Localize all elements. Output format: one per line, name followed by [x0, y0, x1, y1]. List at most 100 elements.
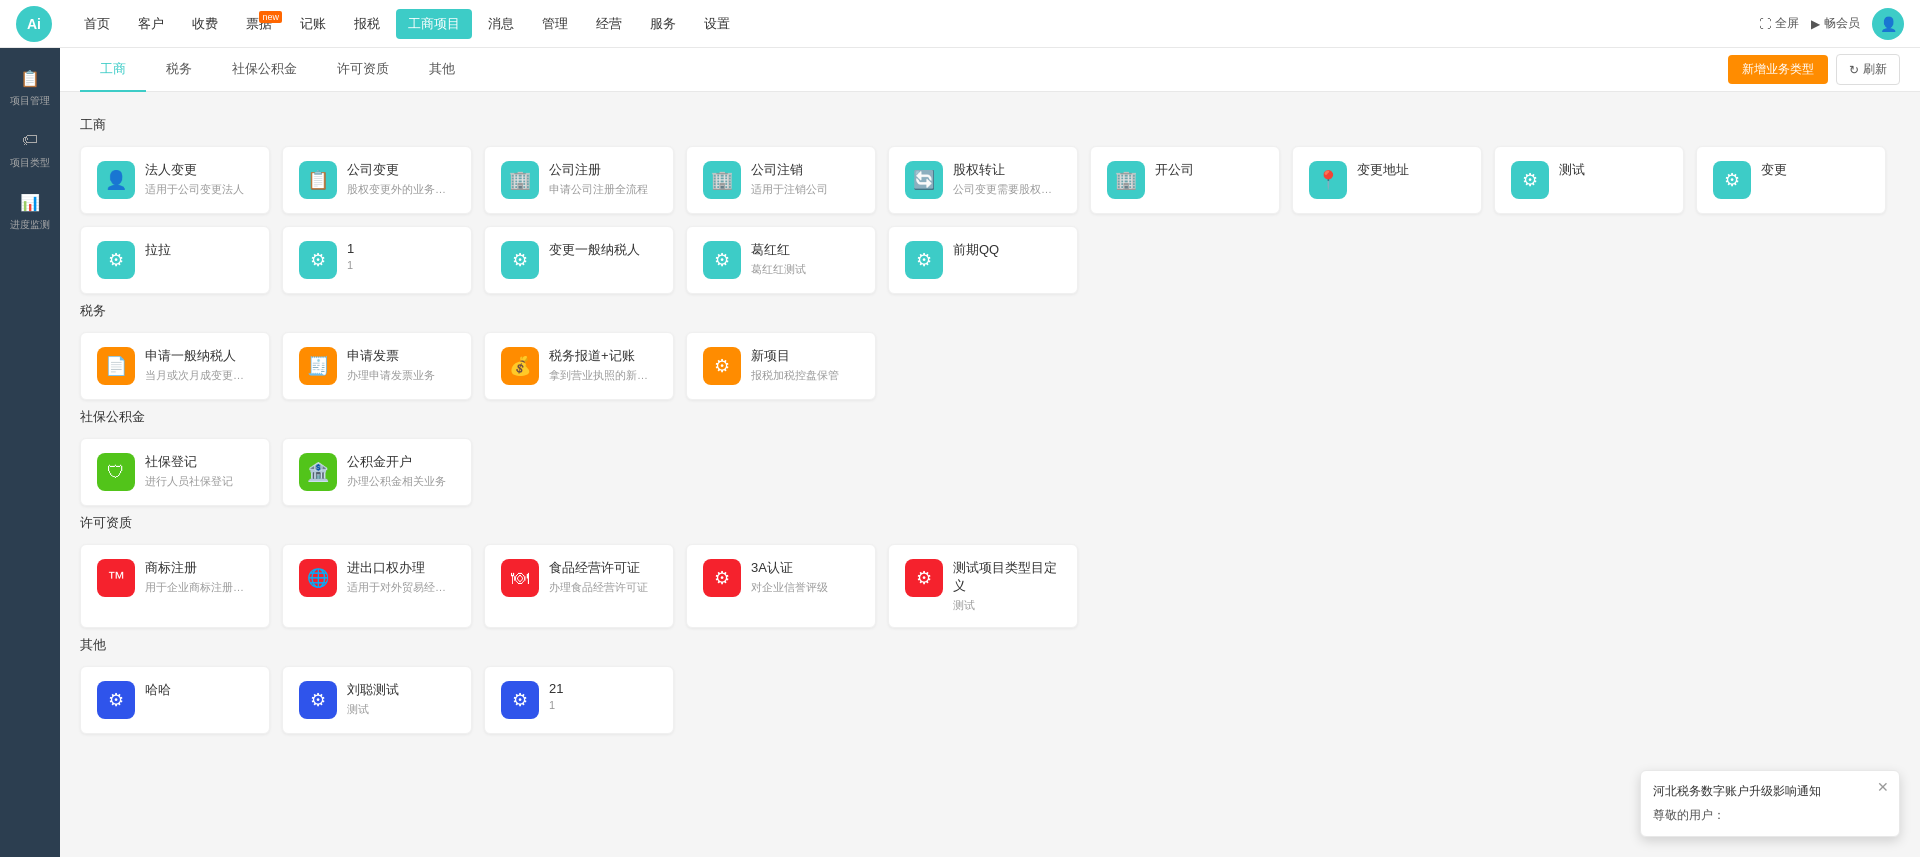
tab-社保公积金[interactable]: 社保公积金 — [212, 48, 317, 92]
card-desc: 办理申请发票业务 — [347, 368, 455, 383]
sidebar-item-项目管理[interactable]: 📋项目管理 — [0, 56, 60, 118]
nav-item-报税[interactable]: 报税 — [342, 9, 392, 39]
sidebar-item-项目类型[interactable]: 🏷项目类型 — [0, 118, 60, 180]
card-3A认证[interactable]: ⚙ 3A认证 对企业信誉评级 — [686, 544, 876, 628]
nav-item-设置[interactable]: 设置 — [692, 9, 742, 39]
sidebar-label: 进度监测 — [10, 218, 50, 232]
member-button[interactable]: ▶ 畅会员 — [1811, 15, 1860, 32]
card-拉拉[interactable]: ⚙ 拉拉 — [80, 226, 270, 294]
tab-其他[interactable]: 其他 — [409, 48, 475, 92]
card-申请发票[interactable]: 🧾 申请发票 办理申请发票业务 — [282, 332, 472, 400]
card-葛红红[interactable]: ⚙ 葛红红 葛红红测试 — [686, 226, 876, 294]
tab-税务[interactable]: 税务 — [146, 48, 212, 92]
card-哈哈[interactable]: ⚙ 哈哈 — [80, 666, 270, 734]
card-社保登记[interactable]: 🛡 社保登记 进行人员社保登记 — [80, 438, 270, 506]
card-name: 社保登记 — [145, 453, 253, 471]
card-desc: 拿到营业执照的新公司 — [549, 368, 657, 383]
card-商标注册[interactable]: ™ 商标注册 用于企业商标注册服务 — [80, 544, 270, 628]
card-info: 1 1 — [347, 241, 455, 271]
member-label: 畅会员 — [1824, 15, 1860, 32]
nav-item-票据[interactable]: 票据new — [234, 9, 284, 39]
card-icon: 🏢 — [703, 161, 741, 199]
card-info: 测试 — [1559, 161, 1667, 182]
card-测试项目类型目定义[interactable]: ⚙ 测试项目类型目定义 测试 — [888, 544, 1078, 628]
nav-item-收费[interactable]: 收费 — [180, 9, 230, 39]
nav-right: ⛶ 全屏 ▶ 畅会员 👤 — [1759, 8, 1904, 40]
refresh-button[interactable]: ↻ 刷新 — [1836, 54, 1900, 85]
card-公司注册[interactable]: 🏢 公司注册 申请公司注册全流程 — [484, 146, 674, 214]
card-前期QQ[interactable]: ⚙ 前期QQ — [888, 226, 1078, 294]
card-icon: 📍 — [1309, 161, 1347, 199]
card-name: 拉拉 — [145, 241, 253, 259]
card-法人变更[interactable]: 👤 法人变更 适用于公司变更法人 — [80, 146, 270, 214]
card-name: 3A认证 — [751, 559, 859, 577]
section-title-税务: 税务 — [80, 302, 1900, 320]
notification-body: 尊敬的用户： — [1653, 806, 1887, 824]
nav-item-服务[interactable]: 服务 — [638, 9, 688, 39]
tab-actions: 新增业务类型 ↻ 刷新 — [1728, 54, 1900, 85]
card-info: 葛红红 葛红红测试 — [751, 241, 859, 277]
card-icon: ⚙ — [501, 241, 539, 279]
card-进出口权办理[interactable]: 🌐 进出口权办理 适用于对外贸易经营者 — [282, 544, 472, 628]
card-name: 测试项目类型目定义 — [953, 559, 1061, 595]
card-info: 股权转让 公司变更需要股权转让 — [953, 161, 1061, 197]
nav-item-管理[interactable]: 管理 — [530, 9, 580, 39]
card-1[interactable]: ⚙ 1 1 — [282, 226, 472, 294]
card-info: 21 1 — [549, 681, 657, 711]
card-info: 变更一般纳税人 — [549, 241, 657, 262]
sidebar-label: 项目管理 — [10, 94, 50, 108]
card-icon: ⚙ — [1713, 161, 1751, 199]
card-新项目[interactable]: ⚙ 新项目 报税加税控盘保管 — [686, 332, 876, 400]
card-icon: ⚙ — [1511, 161, 1549, 199]
card-name: 申请发票 — [347, 347, 455, 365]
card-公积金开户[interactable]: 🏦 公积金开户 办理公积金相关业务 — [282, 438, 472, 506]
card-name: 申请一般纳税人 — [145, 347, 253, 365]
card-name: 公司变更 — [347, 161, 455, 179]
card-name: 变更一般纳税人 — [549, 241, 657, 259]
card-开公司[interactable]: 🏢 开公司 — [1090, 146, 1280, 214]
nav-item-消息[interactable]: 消息 — [476, 9, 526, 39]
card-icon: ⚙ — [299, 241, 337, 279]
nav-item-记账[interactable]: 记账 — [288, 9, 338, 39]
section-title-社保公积金: 社保公积金 — [80, 408, 1900, 426]
card-公司注销[interactable]: 🏢 公司注销 适用于注销公司 — [686, 146, 876, 214]
card-测试[interactable]: ⚙ 测试 — [1494, 146, 1684, 214]
card-食品经营许可证[interactable]: 🍽 食品经营许可证 办理食品经营许可证 — [484, 544, 674, 628]
tab-许可资质[interactable]: 许可资质 — [317, 48, 409, 92]
card-21[interactable]: ⚙ 21 1 — [484, 666, 674, 734]
card-info: 进出口权办理 适用于对外贸易经营者 — [347, 559, 455, 595]
card-申请一般纳税人[interactable]: 📄 申请一般纳税人 当月或次月成变更完成 — [80, 332, 270, 400]
sidebar-item-进度监测[interactable]: 📊进度监测 — [0, 180, 60, 242]
card-变更一般纳税人[interactable]: ⚙ 变更一般纳税人 — [484, 226, 674, 294]
card-公司变更[interactable]: 📋 公司变更 股权变更外的业务变更 — [282, 146, 472, 214]
card-icon: ⚙ — [703, 241, 741, 279]
card-变更地址[interactable]: 📍 变更地址 — [1292, 146, 1482, 214]
card-变更[interactable]: ⚙ 变更 — [1696, 146, 1886, 214]
notification-close-button[interactable]: ✕ — [1877, 779, 1889, 795]
card-desc: 1 — [549, 699, 657, 711]
card-info: 公积金开户 办理公积金相关业务 — [347, 453, 455, 489]
card-icon: ⚙ — [299, 681, 337, 719]
card-name: 变更 — [1761, 161, 1869, 179]
refresh-label: 刷新 — [1863, 61, 1887, 78]
card-股权转让[interactable]: 🔄 股权转让 公司变更需要股权转让 — [888, 146, 1078, 214]
card-税务报道+记账[interactable]: 💰 税务报道+记账 拿到营业执照的新公司 — [484, 332, 674, 400]
add-business-type-button[interactable]: 新增业务类型 — [1728, 55, 1828, 84]
card-name: 开公司 — [1155, 161, 1263, 179]
nav-item-客户[interactable]: 客户 — [126, 9, 176, 39]
nav-item-经营[interactable]: 经营 — [584, 9, 634, 39]
tab-工商[interactable]: 工商 — [80, 48, 146, 92]
avatar[interactable]: 👤 — [1872, 8, 1904, 40]
nav-item-工商项目[interactable]: 工商项目 — [396, 9, 472, 39]
card-info: 食品经营许可证 办理食品经营许可证 — [549, 559, 657, 595]
tab-bar: 工商税务社保公积金许可资质其他 新增业务类型 ↻ 刷新 — [60, 48, 1920, 92]
nav-item-首页[interactable]: 首页 — [72, 9, 122, 39]
tabs: 工商税务社保公积金许可资质其他 — [80, 48, 475, 92]
card-icon: ™ — [97, 559, 135, 597]
card-desc: 进行人员社保登记 — [145, 474, 253, 489]
nav-badge: new — [259, 11, 282, 23]
card-info: 测试项目类型目定义 测试 — [953, 559, 1061, 613]
fullscreen-button[interactable]: ⛶ 全屏 — [1759, 15, 1799, 32]
card-name: 食品经营许可证 — [549, 559, 657, 577]
card-刘聪测试[interactable]: ⚙ 刘聪测试 测试 — [282, 666, 472, 734]
